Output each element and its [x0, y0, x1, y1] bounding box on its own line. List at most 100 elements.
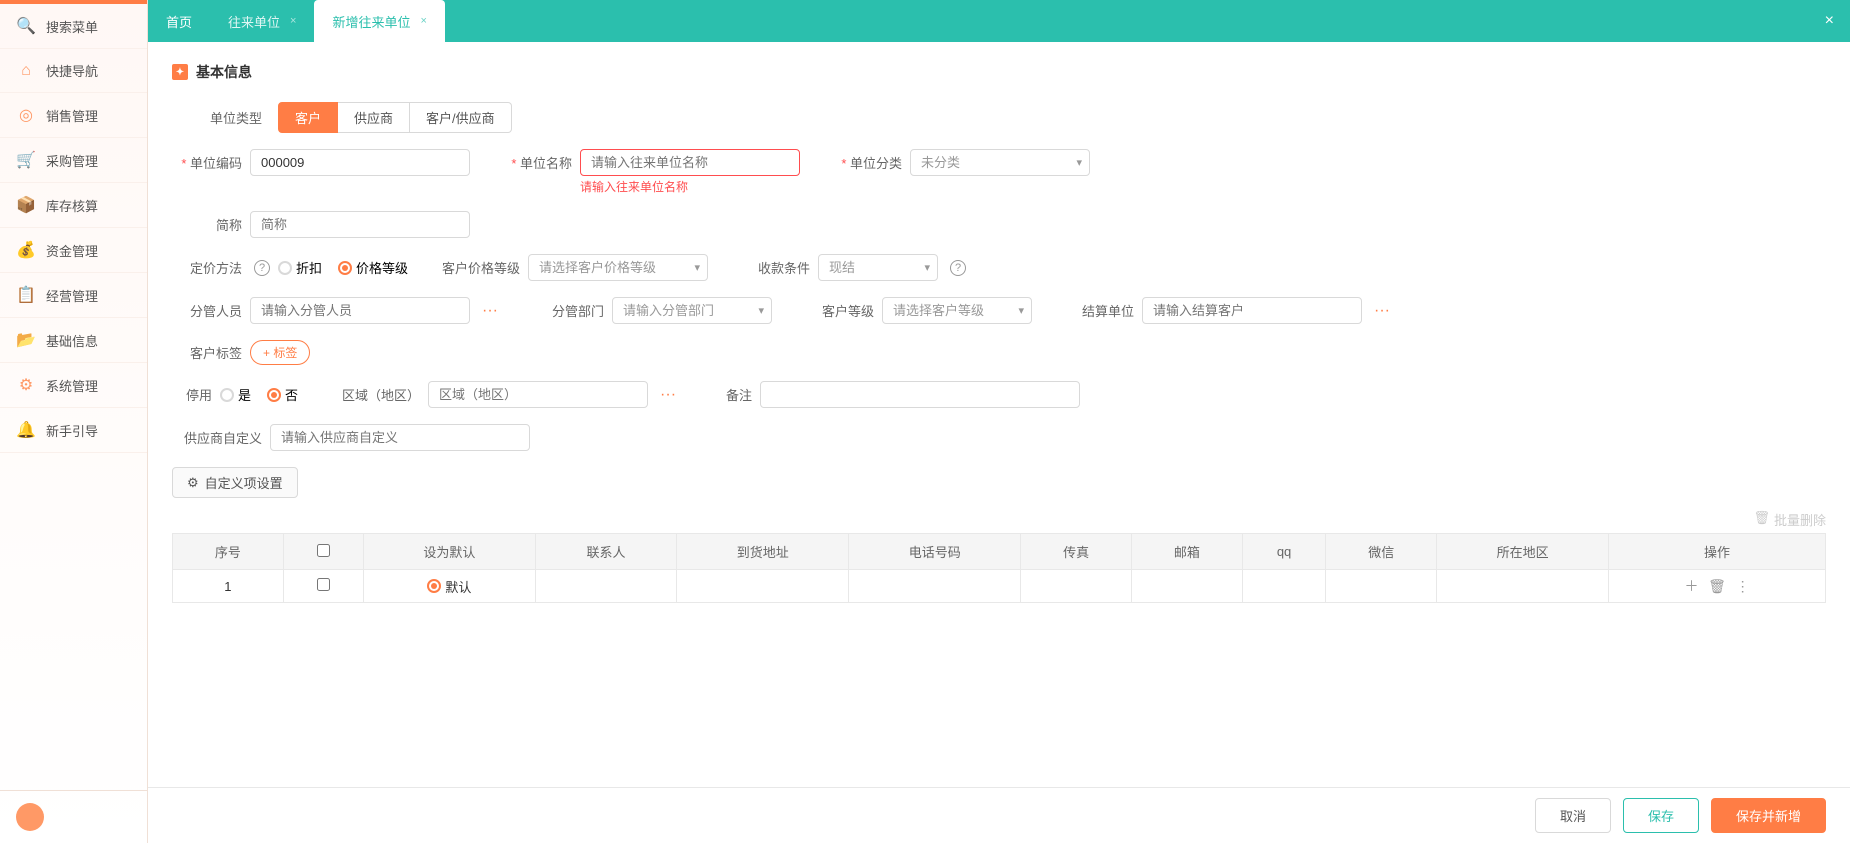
manager-label: 分管人员 [172, 301, 242, 320]
unit-name-label: 单位名称 [502, 153, 572, 172]
region-input[interactable] [428, 381, 648, 408]
remarks-input[interactable] [760, 381, 1080, 408]
cancel-button[interactable]: 取消 [1535, 798, 1611, 833]
sidebar-item-basic[interactable]: 📂 基础信息 [0, 318, 147, 363]
tabs-close-all[interactable]: × [1809, 12, 1850, 30]
col-region: 所在地区 [1437, 534, 1609, 570]
sidebar-item-system[interactable]: ⚙ 系统管理 [0, 363, 147, 408]
payment-terms-info-icon[interactable]: ? [950, 260, 966, 276]
tab-new-partner-close[interactable]: × [420, 15, 426, 27]
purchase-icon: 🛒 [16, 150, 36, 170]
short-name-label: 简称 [172, 215, 242, 234]
row-checkbox[interactable] [317, 578, 330, 591]
row-region [1437, 570, 1609, 603]
tab-partner[interactable]: 往来单位 × [210, 0, 314, 42]
tab-new-partner[interactable]: 新增往来单位 × [314, 0, 444, 42]
row-wechat [1326, 570, 1437, 603]
operations-icon: 📋 [16, 285, 36, 305]
pricing-radio-level[interactable]: 价格等级 [338, 258, 408, 277]
sidebar-item-guide[interactable]: 🔔 新手引导 [0, 408, 147, 453]
row-scroll-icon[interactable]: ⋮ [1736, 578, 1750, 594]
search-icon: 🔍 [16, 16, 36, 36]
batch-delete-icon: 🗑 [1753, 510, 1770, 529]
sidebar-item-inventory[interactable]: 📦 库存核算 [0, 183, 147, 228]
row-actions: ＋ 🗑 ⋮ [1609, 570, 1826, 603]
pricing-radio-level-label: 价格等级 [356, 258, 408, 277]
customer-level-select[interactable]: 请选择客户等级 [882, 297, 1032, 324]
type-btn-supplier[interactable]: 供应商 [338, 102, 410, 133]
sidebar-item-purchase[interactable]: 🛒 采购管理 [0, 138, 147, 183]
tab-partner-close[interactable]: × [290, 15, 296, 27]
customer-price-select-wrapper: 请选择客户价格等级 ▾ [528, 254, 708, 281]
payment-terms-select[interactable]: 现结 [818, 254, 938, 281]
user-avatar[interactable] [16, 803, 44, 831]
payment-terms-select-wrapper: 现结 ▾ [818, 254, 938, 281]
sidebar-item-sales[interactable]: ◎ 销售管理 [0, 93, 147, 138]
col-no: 序号 [173, 534, 284, 570]
department-select[interactable]: 请输入分管部门 [612, 297, 772, 324]
unit-code-input[interactable] [250, 149, 470, 176]
unit-code-group: 单位编码 [172, 149, 470, 176]
customer-price-select[interactable]: 请选择客户价格等级 [528, 254, 708, 281]
sidebar-item-label: 快捷导航 [46, 61, 98, 80]
row-default-label: 默认 [445, 577, 471, 596]
pricing-radio-level-circle [338, 261, 352, 275]
row-default-radio[interactable]: 默认 [374, 577, 525, 596]
settlement-unit-dots[interactable]: ··· [1370, 300, 1394, 322]
disabled-label: 停用 [172, 385, 212, 404]
tab-home-label: 首页 [166, 12, 192, 31]
customer-tags-label: 客户标签 [172, 343, 242, 362]
main-area: 首页 往来单位 × 新增往来单位 × × ✦ 基本信息 单位类型 客户 供应商 … [148, 0, 1850, 843]
pricing-radio-discount-circle [278, 261, 292, 275]
sidebar-bottom [0, 790, 147, 843]
disabled-radio-yes[interactable]: 是 [220, 385, 251, 404]
save-button[interactable]: 保存 [1623, 798, 1699, 833]
unit-name-input[interactable] [580, 149, 800, 176]
row-add-icon[interactable]: ＋ [1685, 578, 1699, 594]
add-tag-button[interactable]: + 标签 [250, 340, 310, 365]
batch-delete-label[interactable]: 批量删除 [1774, 510, 1826, 529]
sidebar-item-operations[interactable]: 📋 经营管理 [0, 273, 147, 318]
supplier-custom-input[interactable] [270, 424, 530, 451]
row-no: 1 [173, 570, 284, 603]
short-name-input[interactable] [250, 211, 470, 238]
settlement-unit-input[interactable] [1142, 297, 1362, 324]
payment-terms-group: 收款条件 现结 ▾ ? [740, 254, 966, 281]
unit-category-select[interactable]: 未分类 [910, 149, 1090, 176]
sidebar-item-label: 经营管理 [46, 286, 98, 305]
sidebar-item-quick-nav[interactable]: ⌂ 快捷导航 [0, 49, 147, 93]
unit-name-error: 请输入往来单位名称 [580, 180, 688, 194]
disabled-no-label: 否 [285, 385, 298, 404]
type-btn-both[interactable]: 客户/供应商 [410, 102, 512, 133]
sidebar-search[interactable]: 🔍 搜索菜单 [0, 4, 147, 49]
row-supplier-custom: 供应商自定义 [172, 424, 1826, 451]
region-dots[interactable]: ··· [656, 384, 680, 406]
row-delete-icon[interactable]: 🗑 [1708, 578, 1726, 594]
col-action: 操作 [1609, 534, 1826, 570]
sidebar-item-finance[interactable]: 💰 资金管理 [0, 228, 147, 273]
department-group: 分管部门 请输入分管部门 ▾ [534, 297, 772, 324]
sidebar-item-label: 资金管理 [46, 241, 98, 260]
pricing-radio-discount[interactable]: 折扣 [278, 258, 322, 277]
settlement-unit-group: 结算单位 ··· [1064, 297, 1394, 324]
manager-input[interactable] [250, 297, 470, 324]
row-phone [849, 570, 1021, 603]
tab-home[interactable]: 首页 [148, 0, 210, 42]
row-manager: 分管人员 ··· 分管部门 请输入分管部门 ▾ 客户等级 请选择客户等级 [172, 297, 1826, 324]
customer-price-level-group: 客户价格等级 请选择客户价格等级 ▾ [440, 254, 708, 281]
section-title: 基本信息 [196, 62, 252, 82]
system-icon: ⚙ [16, 375, 36, 395]
pricing-info-icon[interactable]: ? [254, 260, 270, 276]
department-select-wrapper: 请输入分管部门 ▾ [612, 297, 772, 324]
type-btn-customer[interactable]: 客户 [278, 102, 338, 133]
content-area: ✦ 基本信息 单位类型 客户 供应商 客户/供应商 单位编码 单位名称 [148, 42, 1850, 787]
batch-delete-area: 🗑 批量删除 [172, 510, 1826, 529]
disabled-radio-no[interactable]: 否 [267, 385, 298, 404]
customer-level-label: 客户等级 [804, 301, 874, 320]
save-new-button[interactable]: 保存并新增 [1711, 798, 1826, 833]
col-address: 到货地址 [677, 534, 849, 570]
col-default: 设为默认 [363, 534, 535, 570]
manager-dots[interactable]: ··· [478, 300, 502, 322]
table-check-all[interactable] [317, 544, 330, 557]
custom-settings-button[interactable]: ⚙ 自定义项设置 [172, 467, 298, 498]
